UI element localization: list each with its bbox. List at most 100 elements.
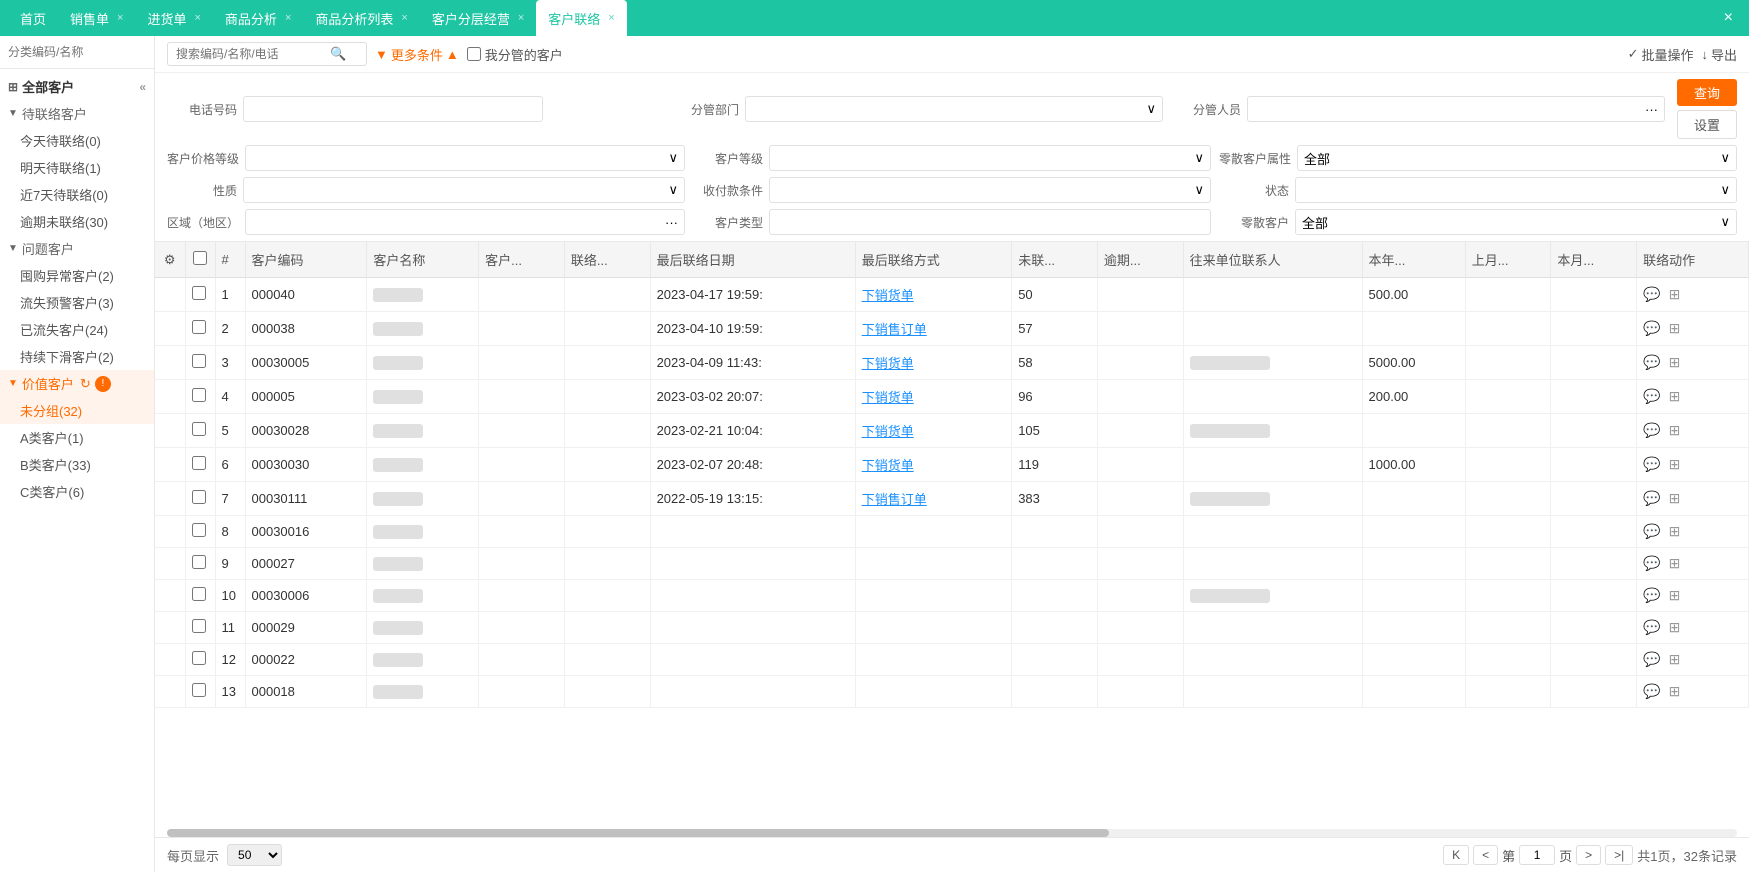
scrollbar-thumb[interactable]: [167, 829, 1109, 837]
row-last-method[interactable]: [855, 612, 1012, 644]
page-number-input[interactable]: [1519, 845, 1555, 865]
menu-icon[interactable]: ⊞: [1669, 523, 1681, 540]
zero-retail-select[interactable]: 全部 ∨: [1295, 209, 1737, 235]
row-last-method[interactable]: 下销货单: [855, 448, 1012, 482]
my-customers-checkbox[interactable]: [467, 47, 481, 61]
payment-select[interactable]: ∨: [769, 177, 1211, 203]
sidebar-item-class-b[interactable]: B类客户(33): [0, 451, 154, 478]
chat-icon[interactable]: 💬: [1643, 320, 1660, 337]
chat-icon[interactable]: 💬: [1643, 388, 1660, 405]
row-checkbox[interactable]: [192, 555, 206, 569]
sidebar-item-declining[interactable]: 持续下滑客户(2): [0, 343, 154, 370]
price-select[interactable]: ∨: [245, 145, 685, 171]
row-last-method[interactable]: 下销售订单: [855, 312, 1012, 346]
refresh-icon[interactable]: ↻: [80, 376, 91, 392]
sidebar-item-churned[interactable]: 已流失客户(24): [0, 316, 154, 343]
row-last-method[interactable]: [855, 548, 1012, 580]
row-checkbox[interactable]: [192, 422, 206, 436]
phone-input[interactable]: [243, 96, 543, 122]
chat-icon[interactable]: 💬: [1643, 422, 1660, 439]
menu-icon[interactable]: ⊞: [1669, 456, 1681, 473]
row-last-method[interactable]: [855, 676, 1012, 708]
collapse-sidebar-btn[interactable]: «: [139, 80, 146, 94]
chat-icon[interactable]: 💬: [1643, 456, 1660, 473]
close-tab-sales[interactable]: ×: [117, 12, 123, 24]
tab-customer-segment[interactable]: 客户分层经营 ×: [420, 0, 536, 36]
property-select[interactable]: ∨: [243, 177, 685, 203]
chat-icon[interactable]: 💬: [1643, 286, 1660, 303]
filter-search-icon[interactable]: 🔍: [330, 46, 346, 62]
first-page-btn[interactable]: K: [1443, 845, 1469, 865]
menu-icon[interactable]: ⊞: [1669, 354, 1681, 371]
chat-icon[interactable]: 💬: [1643, 523, 1660, 540]
row-checkbox[interactable]: [192, 490, 206, 504]
row-checkbox[interactable]: [192, 388, 206, 402]
chat-icon[interactable]: 💬: [1643, 354, 1660, 371]
group-problem-customers[interactable]: ▼ 问题客户: [0, 235, 154, 262]
chat-icon[interactable]: 💬: [1643, 683, 1660, 700]
sidebar-item-overdue[interactable]: 逾期未联络(30): [0, 208, 154, 235]
tab-purchase[interactable]: 进货单 ×: [135, 0, 212, 36]
tab-product-analysis-list[interactable]: 商品分析列表 ×: [303, 0, 419, 36]
row-checkbox[interactable]: [192, 651, 206, 665]
close-tab-analysis-list[interactable]: ×: [401, 12, 407, 24]
row-last-method[interactable]: 下销货单: [855, 346, 1012, 380]
row-last-method[interactable]: 下销货单: [855, 414, 1012, 448]
group-value-customers[interactable]: ▼ 价值客户 ↻ !: [0, 370, 154, 397]
row-checkbox[interactable]: [192, 683, 206, 697]
export-btn[interactable]: ↓ 导出: [1701, 45, 1737, 64]
horizontal-scrollbar[interactable]: [167, 829, 1737, 837]
customer-level-select[interactable]: ∨: [769, 145, 1211, 171]
next-page-btn[interactable]: >: [1576, 845, 1601, 865]
sidebar-item-today[interactable]: 今天待联络(0): [0, 127, 154, 154]
chat-icon[interactable]: 💬: [1643, 555, 1660, 572]
menu-icon[interactable]: ⊞: [1669, 619, 1681, 636]
row-last-method[interactable]: 下销售订单: [855, 482, 1012, 516]
menu-icon[interactable]: ⊞: [1669, 587, 1681, 604]
menu-icon[interactable]: ⊞: [1669, 320, 1681, 337]
menu-icon[interactable]: ⊞: [1669, 651, 1681, 668]
close-tab-contact[interactable]: ×: [608, 12, 614, 24]
sidebar-item-churn-risk[interactable]: 流失预警客户(3): [0, 289, 154, 316]
chat-icon[interactable]: 💬: [1643, 490, 1660, 507]
row-checkbox[interactable]: [192, 523, 206, 537]
row-last-method[interactable]: 下销货单: [855, 278, 1012, 312]
row-last-method[interactable]: [855, 644, 1012, 676]
close-all-tabs[interactable]: ×: [1716, 9, 1741, 27]
chat-icon[interactable]: 💬: [1643, 587, 1660, 604]
staff-select[interactable]: ···: [1247, 96, 1665, 122]
all-customers-header[interactable]: ⊞ 全部客户 «: [0, 69, 154, 100]
my-customers-check[interactable]: 我分管的客户: [467, 45, 563, 64]
row-last-method[interactable]: [855, 580, 1012, 612]
close-tab-purchase[interactable]: ×: [194, 12, 200, 24]
row-last-method[interactable]: 下销货单: [855, 380, 1012, 414]
menu-icon[interactable]: ⊞: [1669, 490, 1681, 507]
menu-icon[interactable]: ⊞: [1669, 388, 1681, 405]
sidebar-item-abnormal[interactable]: 囤购异常客户(2): [0, 262, 154, 289]
tab-product-analysis[interactable]: 商品分析 ×: [213, 0, 303, 36]
region-select[interactable]: ···: [245, 209, 685, 235]
page-size-select[interactable]: 50 100 200: [227, 844, 282, 866]
select-all-checkbox[interactable]: [193, 251, 207, 265]
last-page-btn[interactable]: >|: [1605, 845, 1633, 865]
more-conditions-btn[interactable]: ▼ 更多条件 ▲: [375, 45, 459, 64]
prev-page-btn[interactable]: <: [1473, 845, 1498, 865]
close-tab-segment[interactable]: ×: [518, 12, 524, 24]
sidebar-item-class-a[interactable]: A类客户(1): [0, 424, 154, 451]
row-checkbox[interactable]: [192, 286, 206, 300]
row-checkbox[interactable]: [192, 320, 206, 334]
row-last-method[interactable]: [855, 516, 1012, 548]
sidebar-item-class-c[interactable]: C类客户(6): [0, 478, 154, 505]
chat-icon[interactable]: 💬: [1643, 619, 1660, 636]
sidebar-item-ungrouped[interactable]: 未分组(32): [0, 397, 154, 424]
close-tab-analysis[interactable]: ×: [285, 12, 291, 24]
sidebar-item-7days[interactable]: 近7天待联络(0): [0, 181, 154, 208]
menu-icon[interactable]: ⊞: [1669, 555, 1681, 572]
menu-icon[interactable]: ⊞: [1669, 286, 1681, 303]
sidebar-search-input[interactable]: [8, 45, 155, 59]
row-checkbox[interactable]: [192, 619, 206, 633]
zero-attr-select[interactable]: 全部 ∨: [1297, 145, 1737, 171]
tab-customer-contact[interactable]: 客户联络 ×: [536, 0, 626, 36]
row-checkbox[interactable]: [192, 587, 206, 601]
chat-icon[interactable]: 💬: [1643, 651, 1660, 668]
